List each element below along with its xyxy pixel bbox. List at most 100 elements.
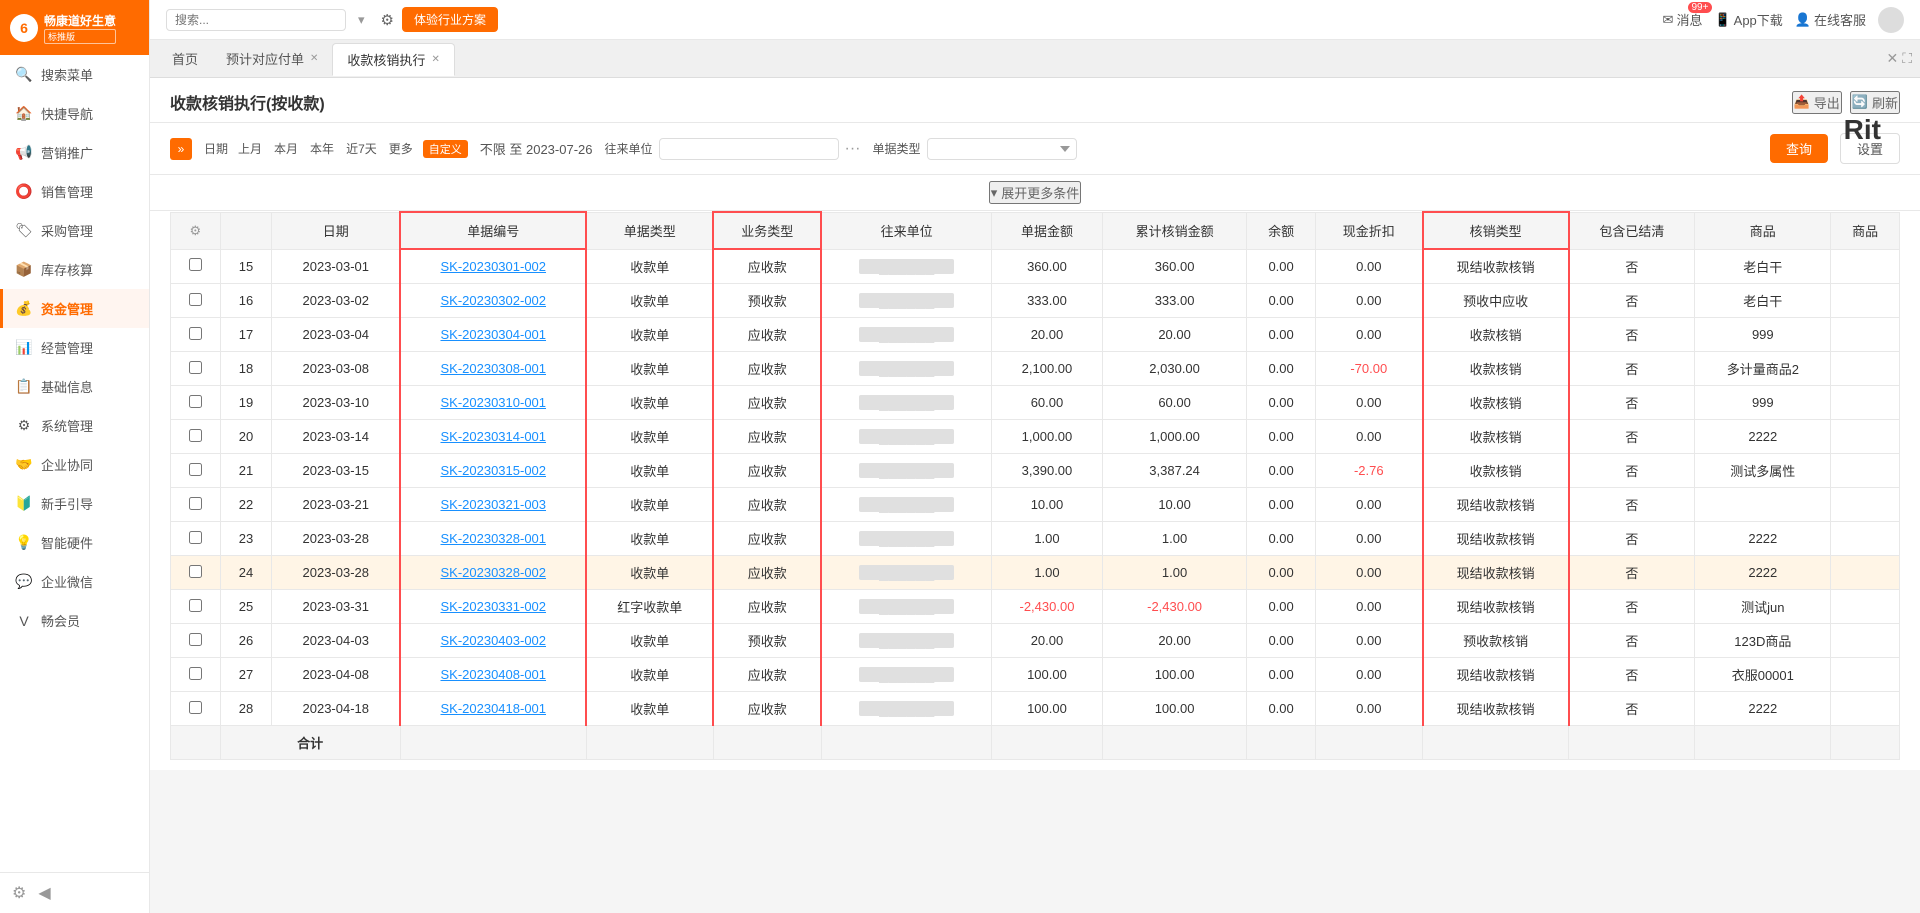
filter-more-button[interactable]: ▾ 展开更多条件 xyxy=(989,181,1082,204)
online-service-button[interactable]: 👤 在线客服 xyxy=(1795,10,1866,29)
member-icon: V xyxy=(15,613,33,629)
cell-checkbox[interactable] xyxy=(171,284,221,318)
filter-billtype-select[interactable] xyxy=(927,138,1077,160)
tab-payable[interactable]: 预计对应付单 ✕ xyxy=(212,43,332,74)
tab-home[interactable]: 首页 xyxy=(158,43,212,74)
cell-billno[interactable]: SK-20230328-002 xyxy=(400,556,586,590)
cell-checkbox[interactable] xyxy=(171,522,221,556)
sidebar-item-wechat[interactable]: 💬 企业微信 xyxy=(0,562,149,601)
cell-checkbox[interactable] xyxy=(171,454,221,488)
filter-query-button[interactable]: 查询 xyxy=(1770,134,1828,163)
cell-seq: 18 xyxy=(220,352,272,386)
cell-writetype: 收款核销 xyxy=(1423,386,1569,420)
solution-button[interactable]: 体验行业方案 xyxy=(402,7,498,32)
collapse-icon[interactable]: ◀ xyxy=(38,883,50,903)
service-label: 在线客服 xyxy=(1814,10,1866,29)
cell-writetype: 现结收款核销 xyxy=(1423,488,1569,522)
sidebar-item-enterprise[interactable]: 🤝 企业协同 xyxy=(0,445,149,484)
topbar-right: ✉ 消息 99+ 📱 App下载 👤 在线客服 xyxy=(1663,7,1904,33)
cell-amount: 100.00 xyxy=(992,692,1103,726)
sidebar-item-system[interactable]: ⚙ 系统管理 xyxy=(0,406,149,445)
user-avatar[interactable] xyxy=(1878,7,1904,33)
cell-balance: 0.00 xyxy=(1247,658,1316,692)
filter-partner-input[interactable] xyxy=(659,138,839,160)
cell-billno[interactable]: SK-20230315-002 xyxy=(400,454,586,488)
cell-checkbox[interactable] xyxy=(171,420,221,454)
cell-billno[interactable]: SK-20230418-001 xyxy=(400,692,586,726)
message-button[interactable]: ✉ 消息 99+ xyxy=(1663,10,1703,29)
cell-billno[interactable]: SK-20230304-001 xyxy=(400,318,586,352)
sidebar-item-basic[interactable]: 📋 基础信息 xyxy=(0,367,149,406)
refresh-button[interactable]: 🔄 刷新 xyxy=(1850,91,1900,114)
sidebar-item-inventory[interactable]: 📦 库存核算 xyxy=(0,250,149,289)
cell-checkbox[interactable] xyxy=(171,249,221,284)
cell-checkbox[interactable] xyxy=(171,556,221,590)
table-scroll[interactable]: ⚙ 日期 单据编号 单据类型 业务类型 往来单位 单据金额 累计核销金额 余额 … xyxy=(150,211,1920,913)
filter-7days[interactable]: 近7天 xyxy=(342,138,381,159)
cell-billno[interactable]: SK-20230328-001 xyxy=(400,522,586,556)
cell-checkbox[interactable] xyxy=(171,590,221,624)
cell-billno[interactable]: SK-20230321-003 xyxy=(400,488,586,522)
cell-billno[interactable]: SK-20230302-002 xyxy=(400,284,586,318)
sidebar-item-finance[interactable]: 💰 资金管理 xyxy=(0,289,149,328)
footer-cell xyxy=(1831,726,1900,760)
cell-billno[interactable]: SK-20230308-001 xyxy=(400,352,586,386)
th-settings[interactable]: ⚙ xyxy=(171,212,221,249)
tab-collection[interactable]: 收款核销执行 ✕ xyxy=(332,43,454,76)
cell-balance: 0.00 xyxy=(1247,488,1316,522)
cell-balance: 0.00 xyxy=(1247,420,1316,454)
cell-checkbox[interactable] xyxy=(171,658,221,692)
tab-payable-close[interactable]: ✕ xyxy=(310,53,318,64)
sidebar-item-sales[interactable]: ⭕ 销售管理 xyxy=(0,172,149,211)
cell-billno[interactable]: SK-20230314-001 xyxy=(400,420,586,454)
cell-billno[interactable]: SK-20230408-001 xyxy=(400,658,586,692)
filter-this-month[interactable]: 本月 xyxy=(270,138,302,159)
cell-product2 xyxy=(1831,318,1900,352)
sidebar-item-operations[interactable]: 📊 经营管理 xyxy=(0,328,149,367)
sidebar-item-hardware[interactable]: 💡 智能硬件 xyxy=(0,523,149,562)
cell-amount: 100.00 xyxy=(992,658,1103,692)
cell-writeoff-total: 360.00 xyxy=(1102,249,1246,284)
topbar-dropdown-icon[interactable]: ▾ xyxy=(358,12,365,28)
footer-cell xyxy=(400,726,586,760)
cell-checkbox[interactable] xyxy=(171,386,221,420)
filter-more[interactable]: 更多 xyxy=(385,138,417,159)
sidebar-item-quick[interactable]: 🏠 快捷导航 xyxy=(0,94,149,133)
cell-billno[interactable]: SK-20230331-002 xyxy=(400,590,586,624)
sidebar-item-search[interactable]: 🔍 搜索菜单 xyxy=(0,55,149,94)
tab-collection-close[interactable]: ✕ xyxy=(431,54,439,65)
sidebar-item-purchase[interactable]: 🏷 采购管理 xyxy=(0,211,149,250)
tab-expand-icon[interactable]: ⛶ xyxy=(1902,50,1912,67)
cell-writetype: 现结收款核销 xyxy=(1423,590,1569,624)
cell-discount: 0.00 xyxy=(1315,692,1422,726)
sidebar-item-member[interactable]: V 畅会员 xyxy=(0,601,149,640)
topbar-search-input[interactable] xyxy=(166,9,346,31)
cell-date: 2023-03-10 xyxy=(272,386,400,420)
filter-last-month[interactable]: 上月 xyxy=(234,138,266,159)
filter-dots[interactable]: ··· xyxy=(845,140,861,158)
filter-this-year[interactable]: 本年 xyxy=(306,138,338,159)
cell-discount: -2.76 xyxy=(1315,454,1422,488)
filter-custom-btn[interactable]: 自定义 xyxy=(423,140,468,158)
cell-writeoff-total: 333.00 xyxy=(1102,284,1246,318)
filter-expand-button[interactable]: » xyxy=(170,138,192,160)
cell-billno[interactable]: SK-20230403-002 xyxy=(400,624,586,658)
tab-close-all-icon[interactable]: ✕ xyxy=(1886,50,1898,67)
cell-checkbox[interactable] xyxy=(171,624,221,658)
th-billno: 单据编号 xyxy=(400,212,586,249)
sidebar-item-marketing[interactable]: 📢 营销推广 xyxy=(0,133,149,172)
cell-partner: ██████ xyxy=(821,249,991,284)
cell-checkbox[interactable] xyxy=(171,352,221,386)
app-icon: 📱 xyxy=(1714,12,1730,28)
cell-checkbox[interactable] xyxy=(171,318,221,352)
settings-bottom-icon[interactable]: ⚙ xyxy=(12,883,26,903)
cell-checkbox[interactable] xyxy=(171,488,221,522)
topbar-gear-icon[interactable]: ⚙ xyxy=(381,11,394,29)
app-download-button[interactable]: 📱 App下载 xyxy=(1714,10,1782,29)
cell-billno[interactable]: SK-20230301-002 xyxy=(400,249,586,284)
cell-billno[interactable]: SK-20230310-001 xyxy=(400,386,586,420)
table-row: 28 2023-04-18 SK-20230418-001 收款单 应收款 ██… xyxy=(171,692,1900,726)
cell-checkbox[interactable] xyxy=(171,692,221,726)
sidebar-item-guide[interactable]: 🔰 新手引导 xyxy=(0,484,149,523)
export-button[interactable]: 📤 导出 xyxy=(1792,91,1842,114)
